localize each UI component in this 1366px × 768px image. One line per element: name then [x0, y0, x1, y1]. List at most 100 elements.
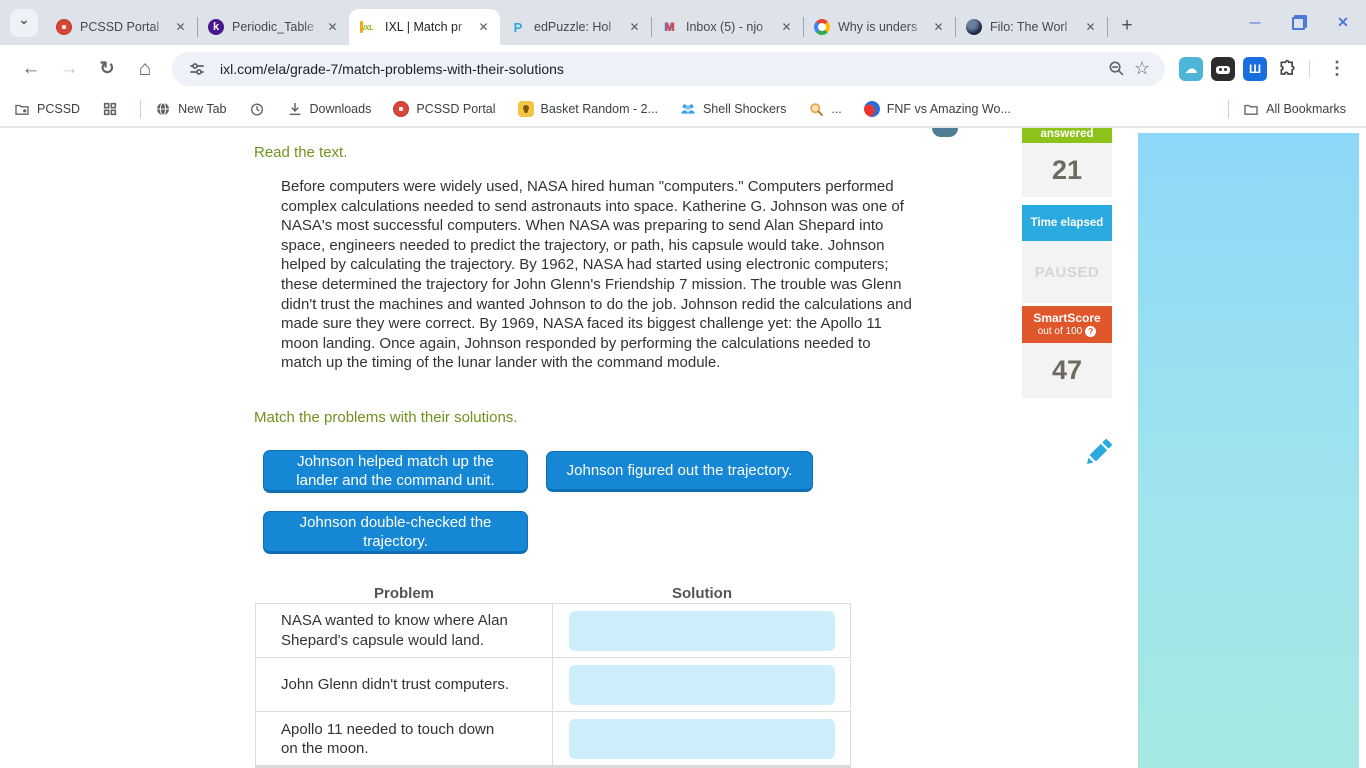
search-icon [808, 101, 824, 117]
zoom-out-icon[interactable] [1103, 56, 1129, 82]
bookmark-pcssd-folder[interactable]: PCSSD [14, 101, 80, 117]
solution-dropzone[interactable] [569, 664, 835, 705]
bookmark-label: Shell Shockers [702, 102, 787, 116]
filo-favicon [966, 19, 982, 35]
close-tab-icon[interactable] [1082, 19, 1099, 36]
close-tab-icon[interactable] [475, 19, 492, 36]
answer-tile-double-checked[interactable]: Johnson double-checked the trajectory. [263, 511, 528, 554]
url-text[interactable]: ixl.com/ela/grade-7/match-problems-with-… [220, 61, 1103, 77]
pencil-icon [1080, 435, 1116, 471]
close-tab-icon[interactable] [930, 19, 947, 36]
tab-periodic-table[interactable]: Periodic_Table [198, 9, 349, 45]
bookmark-label: ... [831, 102, 842, 116]
edpuzzle-favicon [510, 19, 526, 35]
smartscore-label: SmartScore [1033, 310, 1101, 325]
tab-separator [1107, 17, 1108, 37]
apps-grid-button[interactable] [102, 101, 118, 117]
address-bar[interactable]: ixl.com/ela/grade-7/match-problems-with-… [172, 51, 1165, 86]
solution-cell [553, 658, 850, 711]
bookmark-search-more[interactable]: ... [808, 101, 842, 117]
tab-title: Periodic_Table [232, 20, 314, 34]
problem-text: NASA wanted to know where Alan Shepard's… [281, 612, 508, 649]
home-button[interactable] [130, 54, 160, 84]
clipped-circle-icon [932, 128, 958, 137]
solution-column-header: Solution [672, 585, 732, 602]
problem-text: John Glenn didn't trust computers. [281, 675, 509, 693]
tab-search-button[interactable] [10, 9, 38, 37]
forward-button[interactable] [54, 54, 84, 84]
tab-title: edPuzzle: Hol [534, 20, 612, 34]
answer-tile-figured-trajectory[interactable]: Johnson figured out the trajectory. [546, 451, 813, 492]
bookmark-star-icon[interactable] [1129, 56, 1155, 82]
tab-google-search[interactable]: Why is unders [804, 9, 955, 45]
paused-status: PAUSED [1034, 263, 1100, 281]
restore-window-button[interactable] [1290, 14, 1308, 32]
decorative-side-panel [1138, 133, 1359, 768]
close-window-button[interactable] [1334, 14, 1352, 32]
chrome-menu-icon[interactable] [1322, 54, 1352, 84]
bookmark-pcssd-portal[interactable]: PCSSD Portal [393, 101, 496, 117]
bookmarks-bar: PCSSD New Tab Downloads PCSSD Portal Bas… [0, 92, 1366, 128]
close-tab-icon[interactable] [626, 19, 643, 36]
basket-random-favicon [517, 101, 534, 117]
bookmarks-separator [140, 100, 142, 118]
site-settings-icon[interactable] [184, 56, 210, 82]
tab-pcssd-portal[interactable]: PCSSD Portal [46, 9, 197, 45]
smartscore-value: 47 [1051, 355, 1083, 385]
time-elapsed-block: PAUSED [1022, 241, 1112, 303]
bookmark-fnf[interactable]: FNF vs Amazing Wo... [863, 101, 1011, 117]
answer-tile-label: Johnson figured out the trajectory. [566, 462, 793, 479]
problem-column-header: Problem [373, 585, 434, 602]
cloud-extension-icon[interactable] [1179, 56, 1203, 81]
answer-tile-label: Johnson double-checked the trajectory. [299, 513, 492, 550]
read-text-heading: Read the text. [254, 144, 348, 161]
tab-title: Why is unders [838, 20, 918, 34]
close-tab-icon[interactable] [324, 19, 341, 36]
tab-ixl-active[interactable]: IXL | Match pr [349, 9, 500, 45]
reload-button[interactable] [92, 54, 122, 84]
bookmark-basket-random[interactable]: Basket Random - 2... [517, 101, 658, 117]
history-button[interactable] [249, 101, 265, 117]
bookmark-new-tab[interactable]: New Tab [155, 101, 227, 117]
time-elapsed-header: Time elapsed [1022, 205, 1112, 241]
match-instructions-heading: Match the problems with their solutions. [254, 409, 518, 426]
bookmarks-separator [1228, 100, 1230, 118]
bookmark-shell-shockers[interactable]: Shell Shockers [680, 101, 786, 117]
tab-title: Inbox (5) - njo [686, 20, 764, 34]
bookmark-label: Downloads [309, 102, 372, 116]
ixl-favicon [359, 19, 377, 35]
tab-filo[interactable]: Filo: The Worl [956, 9, 1107, 45]
answer-tile-label: Johnson helped match up the lander and t… [296, 452, 495, 489]
google-favicon [814, 19, 830, 35]
shell-shockers-favicon [680, 101, 696, 117]
answer-tile-lander-command[interactable]: Johnson helped match up the lander and t… [263, 450, 528, 493]
toolbar-separator [1309, 59, 1310, 78]
problem-cell: John Glenn didn't trust computers. [256, 658, 553, 711]
back-button[interactable] [16, 54, 46, 84]
solution-dropzone[interactable] [569, 719, 835, 759]
questions-answered-header: answered [1022, 128, 1112, 143]
all-bookmarks-button[interactable]: All Bookmarks [1243, 101, 1346, 117]
solution-cell [553, 712, 850, 766]
minimize-window-button[interactable] [1246, 14, 1264, 32]
out-of-100-label: out of 100 [1037, 325, 1083, 337]
solution-dropzone[interactable] [569, 610, 835, 651]
extensions-puzzle-icon[interactable] [1275, 56, 1301, 82]
answered-count-block: 21 [1022, 143, 1112, 197]
bookmark-downloads[interactable]: Downloads [287, 101, 372, 117]
tab-title: IXL | Match pr [385, 20, 463, 34]
ixl-page-content: Read the text. Before computers were wid… [0, 128, 1366, 768]
wordwall-extension-icon[interactable] [1243, 56, 1267, 81]
help-icon[interactable]: ? [1085, 325, 1097, 337]
close-tab-icon[interactable] [172, 19, 189, 36]
tab-gmail-inbox[interactable]: Inbox (5) - njo [652, 9, 803, 45]
tab-title: Filo: The Worl [990, 20, 1068, 34]
bookmark-label: PCSSD [37, 102, 81, 116]
pcssd-portal-favicon [393, 101, 410, 117]
close-tab-icon[interactable] [778, 19, 795, 36]
new-tab-button[interactable] [1114, 13, 1140, 39]
mascot-extension-icon[interactable] [1211, 56, 1235, 81]
tab-edpuzzle[interactable]: edPuzzle: Hol [500, 9, 651, 45]
table-row: Apollo 11 needed to touch down on the mo… [256, 712, 850, 766]
solution-cell [553, 604, 850, 657]
